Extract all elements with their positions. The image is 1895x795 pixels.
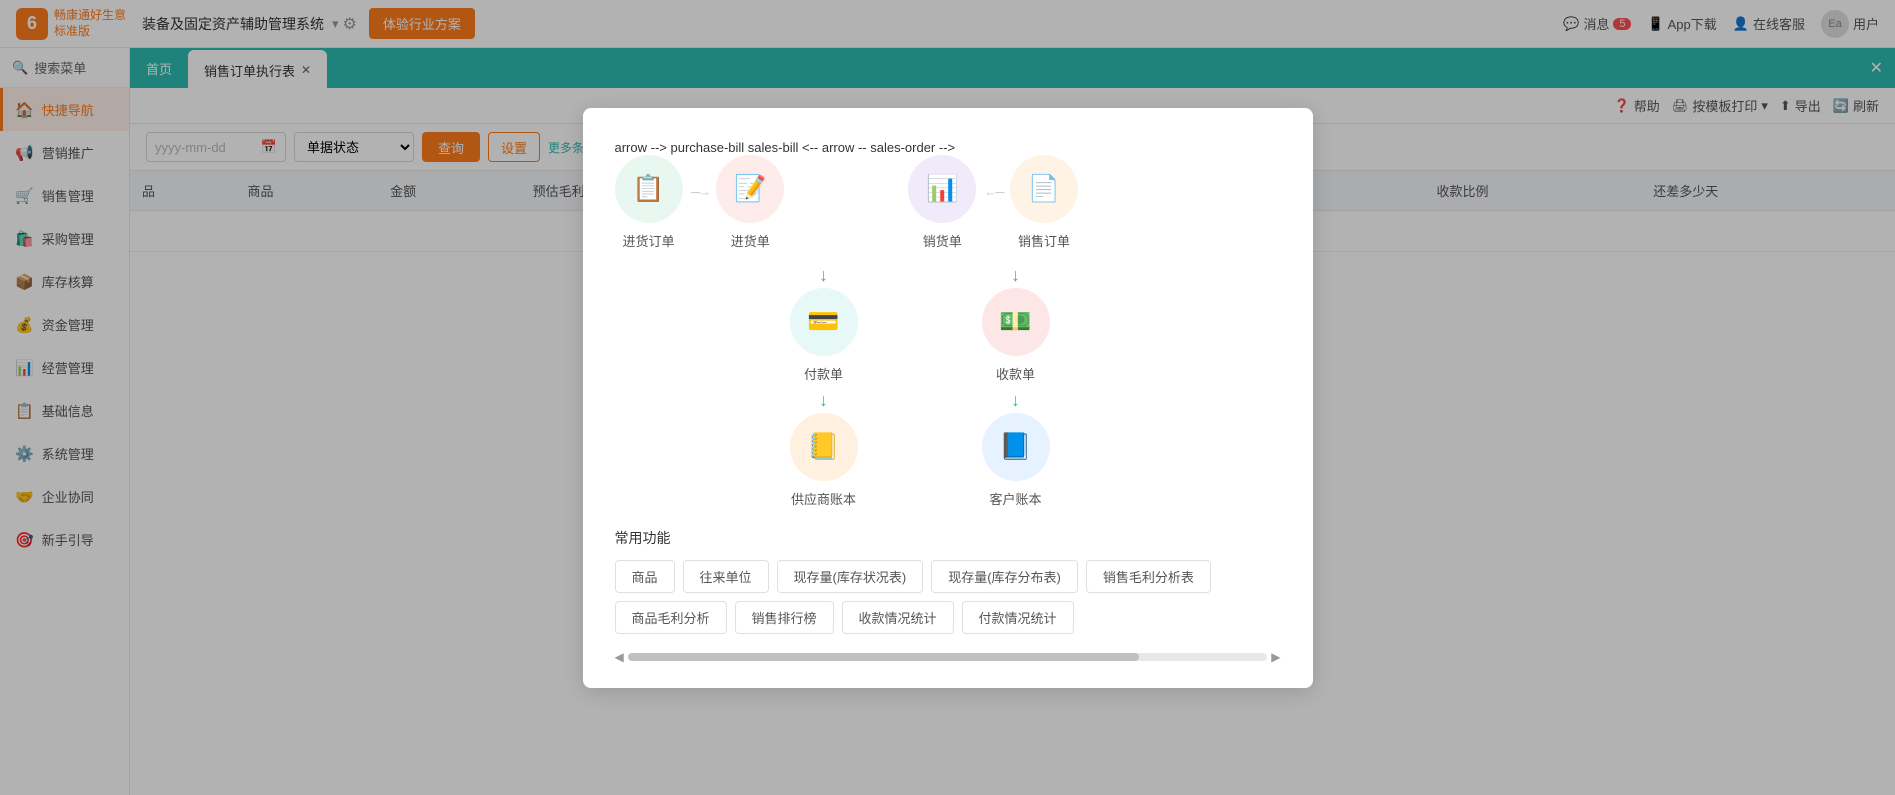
sales-bill-label: 销货单 (923, 231, 962, 250)
flow-node-supplier-account[interactable]: 📒 供应商账本 (790, 413, 858, 508)
supplier-account-label: 供应商账本 (791, 489, 856, 508)
func-btn-stock-status[interactable]: 现存量(库存状况表) (777, 560, 924, 593)
func-btn-receipt-stats[interactable]: 收款情况统计 (842, 601, 954, 634)
purchase-bill-circle: 📝 (716, 155, 784, 223)
receipt-circle: 💵 (982, 288, 1050, 356)
supplier-account-circle: 📒 (790, 413, 858, 481)
func-btn-contacts[interactable]: 往来单位 (683, 560, 769, 593)
scrollbar-track[interactable] (628, 653, 1268, 661)
purchase-order-circle: 📋 (615, 155, 683, 223)
func-buttons: 商品 往来单位 现存量(库存状况表) 现存量(库存分布表) 销售毛利分析表 商品… (615, 560, 1281, 634)
customer-account-label: 客户账本 (989, 489, 1041, 508)
purchase-order-label: 进货订单 (622, 231, 674, 250)
arrow-down-payment: ↓ (819, 266, 828, 284)
flow-node-purchase-order[interactable]: 📋 进货订单 (615, 155, 683, 250)
sales-order-circle: 📄 (1010, 155, 1078, 223)
func-btn-product-margin[interactable]: 商品毛利分析 (615, 601, 727, 634)
arrow-down-supplier: ↓ (819, 391, 828, 409)
flow-node-receipt[interactable]: 💵 收款单 (982, 288, 1050, 383)
arrow-down-customer: ↓ (1011, 391, 1020, 409)
modal-box: arrow --> purchase-bill sales-bill <-- a… (583, 108, 1313, 688)
sales-bill-circle: 📊 (908, 155, 976, 223)
scroll-left-icon[interactable]: ◀ (615, 650, 624, 664)
modal-overlay[interactable]: arrow --> purchase-bill sales-bill <-- a… (0, 0, 1895, 795)
arrow-down-receipt: ↓ (1011, 266, 1020, 284)
scroll-right-icon[interactable]: ▶ (1271, 650, 1280, 664)
flow-node-purchase-bill[interactable]: 📝 进货单 (716, 155, 784, 250)
flow-node-sales-bill[interactable]: 📊 销货单 (908, 155, 976, 250)
scrollbar-thumb (628, 653, 1140, 661)
purchase-bill-label: 进货单 (731, 231, 770, 250)
customer-account-circle: 📘 (982, 413, 1050, 481)
common-functions-title: 常用功能 (615, 528, 1281, 548)
flow-node-customer-account[interactable]: 📘 客户账本 (982, 413, 1050, 508)
func-btn-sales-rank[interactable]: 销售排行榜 (735, 601, 834, 634)
func-btn-stock-dist[interactable]: 现存量(库存分布表) (931, 560, 1078, 593)
flow-diagram-area: arrow --> purchase-bill sales-bill <-- a… (615, 132, 1281, 524)
modal-scrollbar: ◀ ▶ (615, 650, 1281, 664)
payment-circle: 💳 (790, 288, 858, 356)
flow-node-payment[interactable]: 💳 付款单 (790, 288, 858, 383)
func-btn-product[interactable]: 商品 (615, 560, 675, 593)
payment-label: 付款单 (804, 364, 843, 383)
common-functions: 常用功能 商品 往来单位 现存量(库存状况表) 现存量(库存分布表) 销售毛利分… (615, 528, 1281, 634)
receipt-label: 收款单 (996, 364, 1035, 383)
func-btn-payment-stats[interactable]: 付款情况统计 (962, 601, 1074, 634)
flow-node-sales-order[interactable]: 📄 销售订单 (1010, 155, 1078, 250)
func-btn-profit-analysis[interactable]: 销售毛利分析表 (1086, 560, 1211, 593)
sales-order-label: 销售订单 (1018, 231, 1070, 250)
